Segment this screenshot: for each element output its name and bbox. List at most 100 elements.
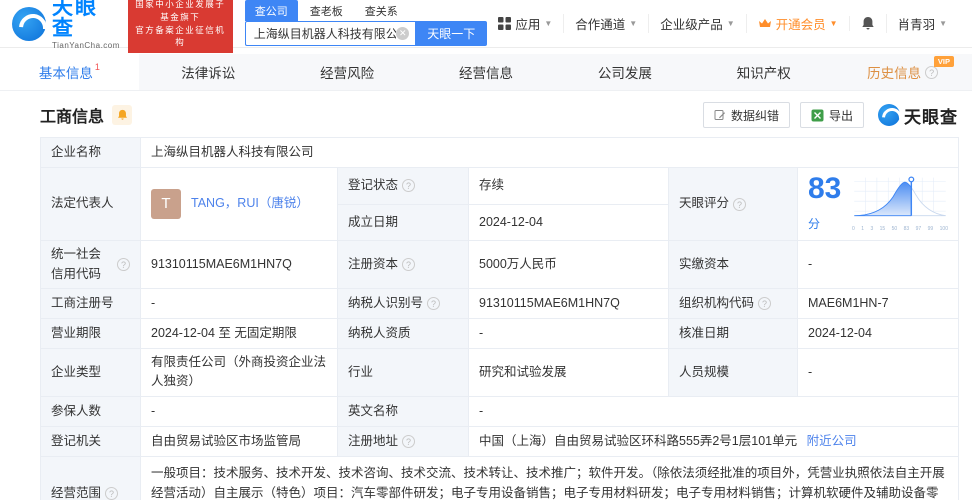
search-tab-relation[interactable]: 查关系 [355,0,408,21]
approved-date-label: 核准日期 [669,318,798,348]
legal-rep-avatar[interactable]: T [151,189,181,219]
company-type-value: 有限责任公司（外商投资企业法人独资） [141,348,338,396]
tab-history[interactable]: VIP 历史信息 ? [833,54,972,90]
help-icon[interactable]: ? [402,435,415,448]
help-icon[interactable]: ? [925,66,938,79]
paid-capital-value: - [798,241,959,289]
search-tab-company[interactable]: 查公司 [245,0,298,21]
watermark-brand-name: 天眼查 [904,103,958,128]
org-code-label-cell: 组织机构代码? [669,288,798,318]
business-scope-label-cell: 经营范围? [41,456,141,500]
top-nav: 应用 ▼ 合作通道 ▼ 企业级产品 ▼ 开通会员 ▼ 肖青羽 ▼ [487,14,958,33]
nav-notifications[interactable] [849,16,886,31]
score-cell: 83分 [798,168,959,241]
chevron-down-icon: ▼ [727,19,735,28]
gov-badge-line1: 国家中小企业发展子基金旗下 [134,0,227,24]
nav-user[interactable]: 肖青羽 ▼ [886,14,958,33]
tab-operation[interactable]: 经营信息 [417,54,556,90]
tianyancha-logo-icon [878,104,900,126]
help-icon[interactable]: ? [733,198,746,211]
help-icon[interactable]: ? [117,258,130,271]
status-value: 存续 [469,168,669,205]
help-icon[interactable]: ? [427,297,440,310]
taxpayer-id-value: 91310115MAE6M1HN7Q [469,288,669,318]
search-input[interactable] [254,27,397,41]
nearby-companies-link[interactable]: 附近公司 [807,434,857,448]
address-label: 注册地址 [348,432,398,451]
company-name-label: 企业名称 [41,138,141,168]
nav-partner[interactable]: 合作通道 ▼ [563,14,648,33]
nav-vip-label: 开通会员 [776,14,826,33]
registration-authority-label: 登记机关 [41,426,141,456]
tab-development-label: 公司发展 [598,62,652,82]
section-actions: 数据纠错 导出 天眼查 [703,102,958,128]
address-cell: 中国（上海）自由贸易试验区环科路555弄2号1层101单元 附近公司 [469,426,959,456]
monitor-bell-chip[interactable] [112,105,132,125]
business-term-value: 2024-12-04 至 无固定期限 [141,318,338,348]
business-scope-value: 一般项目：技术服务、技术开发、技术咨询、技术交流、技术转让、技术推广；软件开发。… [141,456,959,500]
search-button[interactable]: 天眼一下 [415,21,487,46]
nav-enterprise[interactable]: 企业级产品 ▼ [648,14,745,33]
search-tab-boss[interactable]: 查老板 [300,0,353,21]
industry-value: 研究和试验发展 [469,348,669,396]
apps-grid-icon [498,17,511,30]
taxpayer-id-label-cell: 纳税人识别号? [338,288,469,318]
chevron-down-icon: ▼ [544,19,552,28]
tianyancha-logo-icon [12,7,46,41]
established-value: 2024-12-04 [469,204,669,241]
paid-capital-label: 实缴资本 [669,241,798,289]
bell-icon [117,109,128,121]
table-row: 企业名称 上海纵目机器人科技有限公司 [41,138,959,168]
export-label: 导出 [829,107,853,124]
score-chart-ticks: 0131550839799100 [852,226,948,234]
org-code-value: MAE6M1HN-7 [798,288,959,318]
tab-operation-label: 经营信息 [459,62,513,82]
help-icon[interactable]: ? [402,258,415,271]
tab-risk-label: 经营风险 [320,62,374,82]
tab-development[interactable]: 公司发展 [555,54,694,90]
tab-risk[interactable]: 经营风险 [278,54,417,90]
insured-count-value: - [141,396,338,426]
taxpayer-quality-value: - [469,318,669,348]
data-correction-button[interactable]: 数据纠错 [703,102,790,128]
tab-basic-info[interactable]: 基本信息 1 [0,54,139,90]
nav-apps-label: 应用 [515,14,540,33]
search-input-box: ✕ [245,21,416,46]
section-title: 工商信息 [40,103,104,127]
crown-icon [758,18,772,29]
credit-code-label-cell: 统一社会信用代码? [41,241,141,289]
english-name-value: - [469,396,959,426]
clear-search-icon[interactable]: ✕ [396,27,409,40]
table-row: 工商注册号 - 纳税人识别号? 91310115MAE6M1HN7Q 组织机构代… [41,288,959,318]
credit-code-label: 统一社会信用代码 [51,245,113,284]
help-icon[interactable]: ? [105,487,118,500]
export-button[interactable]: 导出 [800,102,864,128]
nav-apps[interactable]: 应用 ▼ [487,14,563,33]
tab-ip[interactable]: 知识产权 [694,54,833,90]
reg-capital-label-cell: 注册资本? [338,241,469,289]
nav-enterprise-label: 企业级产品 [660,14,723,33]
brand-name: 天眼查 [52,0,120,39]
nav-vip[interactable]: 开通会员 ▼ [746,14,849,33]
registration-authority-value: 自由贸易试验区市场监管局 [141,426,338,456]
industry-label: 行业 [338,348,469,396]
tab-legal[interactable]: 法律诉讼 [139,54,278,90]
taxpayer-quality-label: 纳税人资质 [338,318,469,348]
vip-badge: VIP [934,56,954,67]
score-value[interactable]: 83分 [808,174,848,234]
score-unit: 分 [808,217,820,231]
tab-basic-label: 基本信息 [39,62,93,82]
tab-basic-count-badge: 1 [95,62,100,72]
tianyancha-logo[interactable]: 天眼查 TianYanCha.com [12,0,120,50]
reg-number-label: 工商注册号 [41,288,141,318]
edit-icon [714,109,726,121]
established-label: 成立日期 [338,204,469,241]
score-label-cell: 天眼评分? [669,168,798,241]
section-header: 工商信息 数据纠错 导出 天眼查 [40,102,958,128]
help-icon[interactable]: ? [758,297,771,310]
help-icon[interactable]: ? [402,179,415,192]
page-tabs: 基本信息 1 法律诉讼 经营风险 经营信息 公司发展 知识产权 VIP 历史信息… [0,54,972,91]
address-label-cell: 注册地址? [338,426,469,456]
legal-rep-label: 法定代表人 [41,168,141,241]
legal-rep-link[interactable]: TANG，RUI（唐锐） [191,194,309,213]
